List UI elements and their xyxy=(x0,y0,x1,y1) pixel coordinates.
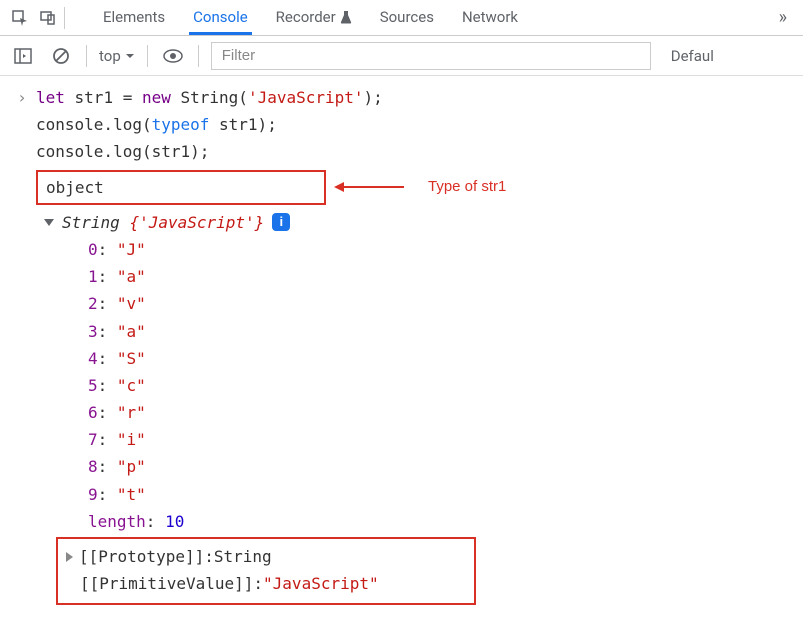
expand-triangle-down-icon[interactable] xyxy=(44,219,54,226)
char-row: 7: "i" xyxy=(0,426,803,453)
char-list: 0: "J"1: "a"2: "v"3: "a"4: "S"5: "c"6: "… xyxy=(0,236,803,508)
tabs: Elements Console Recorder Sources Networ… xyxy=(69,0,522,35)
flask-icon xyxy=(340,10,352,24)
divider xyxy=(198,45,199,67)
devtools-toolbar: Elements Console Recorder Sources Networ… xyxy=(0,0,803,36)
char-row: 0: "J" xyxy=(0,236,803,263)
divider xyxy=(86,45,87,67)
context-selector[interactable]: top xyxy=(99,47,135,65)
inspect-icon[interactable] xyxy=(8,6,32,30)
input-row: console.log(str1); xyxy=(0,138,803,165)
internals-box: [[Prototype]]: String [[PrimitiveValue]]… xyxy=(56,537,476,605)
annotation-label: Type of str1 xyxy=(428,174,506,200)
toggle-sidebar-icon[interactable] xyxy=(10,43,36,69)
live-expression-icon[interactable] xyxy=(160,43,186,69)
tab-console[interactable]: Console xyxy=(189,0,252,35)
input-row: console.log(typeof str1); xyxy=(0,111,803,138)
primitive-value-row: [[PrimitiveValue]]: "JavaScript" xyxy=(66,570,466,597)
more-tabs-icon[interactable]: » xyxy=(771,7,795,28)
code-line-3: console.log(str1); xyxy=(36,138,209,165)
arrow-left-icon xyxy=(334,180,404,194)
char-row: 1: "a" xyxy=(0,263,803,290)
chevron-down-icon xyxy=(125,51,135,61)
char-row: 2: "v" xyxy=(0,290,803,317)
device-toggle-icon[interactable] xyxy=(36,6,60,30)
info-icon[interactable]: i xyxy=(272,213,290,231)
tab-recorder[interactable]: Recorder xyxy=(272,0,356,35)
log-level-label[interactable]: Defaul xyxy=(671,47,714,65)
annotation-row: object Type of str1 xyxy=(36,170,803,205)
divider xyxy=(64,7,65,29)
char-row: 8: "p" xyxy=(0,453,803,480)
code-line-2: console.log(typeof str1); xyxy=(36,111,277,138)
object-header[interactable]: String {'JavaScript'} i xyxy=(0,209,803,236)
console-body: › let str1 = new String('JavaScript'); c… xyxy=(0,76,803,613)
length-row: length: 10 xyxy=(0,508,803,535)
char-row: 6: "r" xyxy=(0,399,803,426)
input-row: › let str1 = new String('JavaScript'); xyxy=(0,84,803,111)
char-row: 9: "t" xyxy=(0,481,803,508)
prototype-row[interactable]: [[Prototype]]: String xyxy=(66,543,466,570)
filter-input[interactable] xyxy=(211,42,651,70)
char-row: 4: "S" xyxy=(0,345,803,372)
divider xyxy=(147,45,148,67)
object-summary: String {'JavaScript'} xyxy=(62,209,264,236)
typeof-output: object xyxy=(36,170,326,205)
clear-console-icon[interactable] xyxy=(48,43,74,69)
context-label: top xyxy=(99,47,121,65)
code-line-1: let str1 = new String('JavaScript'); xyxy=(36,84,383,111)
char-row: 3: "a" xyxy=(0,318,803,345)
tab-sources[interactable]: Sources xyxy=(376,0,438,35)
char-row: 5: "c" xyxy=(0,372,803,399)
tab-network[interactable]: Network xyxy=(458,0,522,35)
console-subbar: top Defaul xyxy=(0,36,803,76)
tab-elements[interactable]: Elements xyxy=(99,0,169,35)
expand-triangle-right-icon[interactable] xyxy=(66,552,73,562)
tab-recorder-label: Recorder xyxy=(276,8,336,26)
input-prompt-icon: › xyxy=(8,84,36,111)
